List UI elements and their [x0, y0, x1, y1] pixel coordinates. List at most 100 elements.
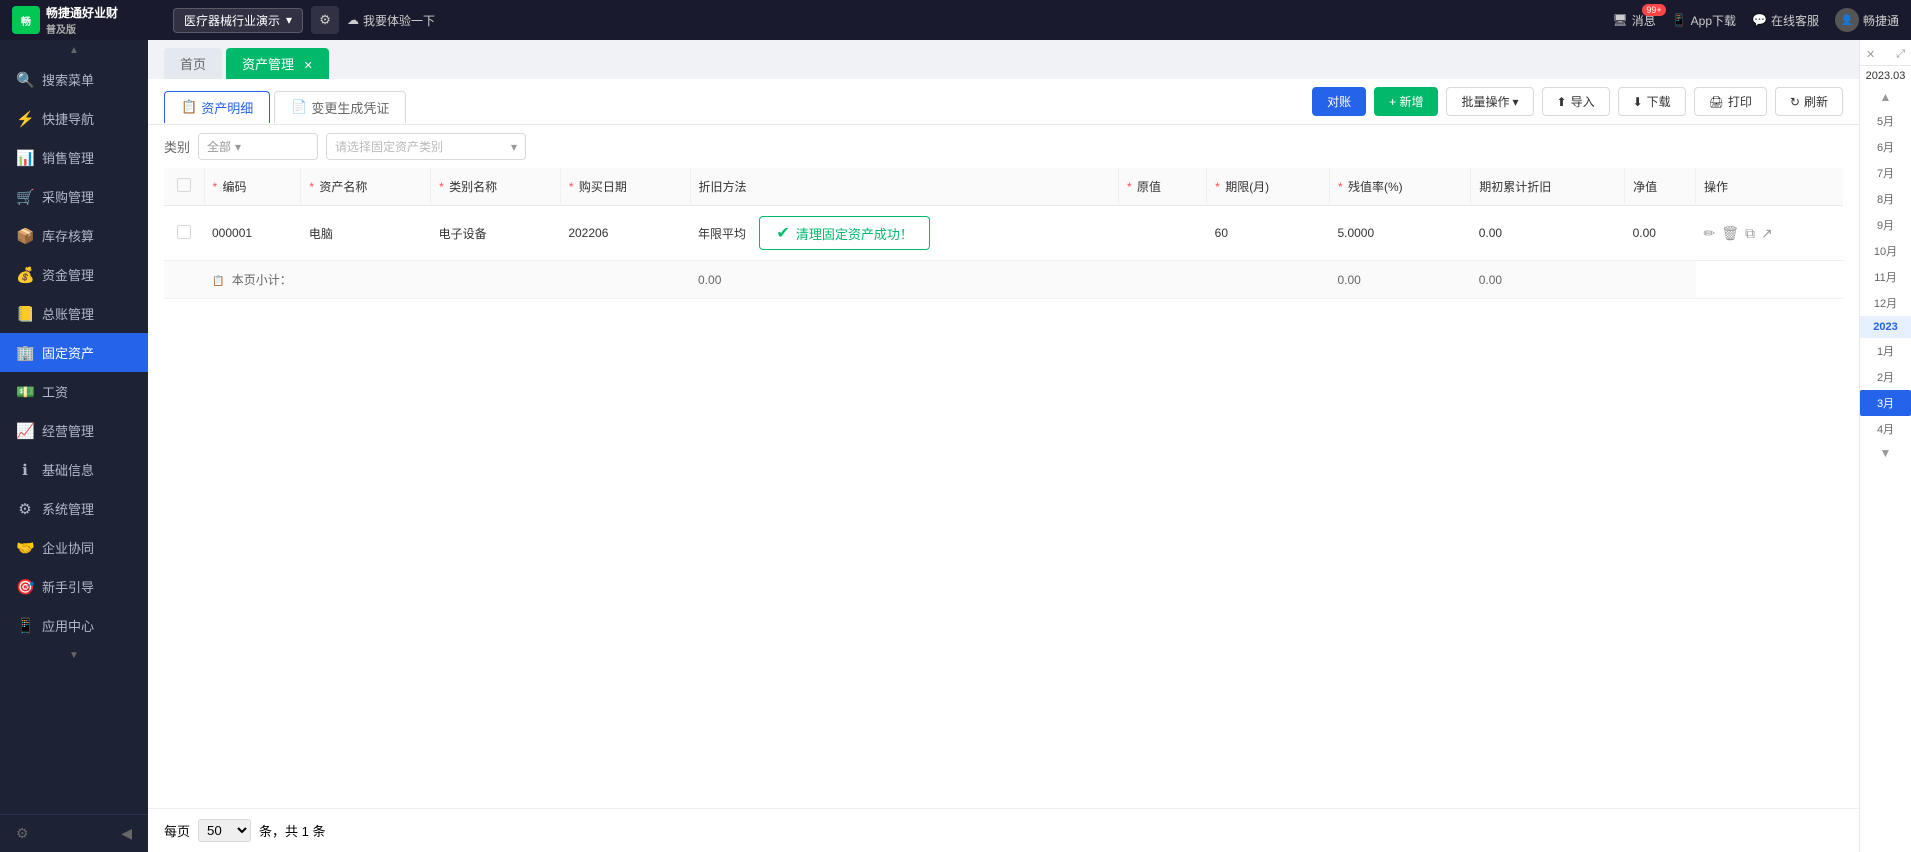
sidebar-settings-icon[interactable]: ⚙: [16, 825, 29, 842]
per-page-select[interactable]: 50 10 20 100: [198, 819, 251, 842]
sidebar-item-enterprise[interactable]: 🤝 企业协同: [0, 528, 148, 567]
sidebar-item-ledger[interactable]: 📒 总账管理: [0, 294, 148, 333]
sidebar-item-label: 工资: [42, 382, 68, 401]
right-panel-scroll-up[interactable]: ▲: [1876, 86, 1896, 108]
batch-ops-label: 批量操作: [1461, 93, 1509, 110]
notifications-btn[interactable]: 🖥 消息 99+: [1612, 12, 1655, 29]
sidebar-item-operations[interactable]: 📈 经营管理: [0, 411, 148, 450]
month-7[interactable]: 7月: [1860, 160, 1911, 186]
download-icon: ⬇: [1633, 95, 1643, 109]
sidebar-item-search-menu[interactable]: 🔍 搜索菜单: [0, 60, 148, 99]
company-dropdown-icon: ▾: [286, 13, 292, 27]
month-5[interactable]: 5月: [1860, 108, 1911, 134]
more-icon[interactable]: ↗: [1761, 225, 1773, 242]
refresh-icon: ↻: [1790, 95, 1800, 109]
user-menu[interactable]: 👤 畅捷通: [1835, 8, 1899, 32]
row-actions: ✏ 🗑 ⧉ ↗: [1704, 225, 1836, 242]
right-panel-scroll-down[interactable]: ▼: [1876, 442, 1896, 464]
sidebar-item-system[interactable]: ⚙ 系统管理: [0, 489, 148, 528]
tab-home[interactable]: 首页: [164, 48, 222, 79]
company-selector[interactable]: 医疗器械行业演示 ▾: [173, 8, 303, 33]
row-purchase-date: 202206: [560, 206, 690, 261]
top-bar-middle: 医疗器械行业演示 ▾ ⚙ ☁ 我要体验一下: [157, 6, 1612, 34]
sub-tab-asset-detail[interactable]: 📋 资产明细: [164, 91, 270, 123]
sidebar-item-basic-info[interactable]: ℹ 基础信息: [0, 450, 148, 489]
sidebar-item-label: 经营管理: [42, 421, 94, 440]
tab-asset-mgmt[interactable]: 资产管理 ✕: [226, 48, 329, 79]
sidebar-item-label: 库存核算: [42, 226, 94, 245]
cloud-icon: ☁: [347, 13, 359, 27]
sub-tab-change-voucher[interactable]: 📄 变更生成凭证: [274, 91, 406, 123]
top-bar: 畅 畅捷通好业财 普及版 医疗器械行业演示 ▾ ⚙ ☁ 我要体验一下 🖥 消息 …: [0, 0, 1911, 40]
delete-icon[interactable]: 🗑: [1721, 225, 1739, 242]
category-filter-select[interactable]: 全部 ▾: [198, 133, 318, 160]
sub-tab-detail-icon: 📋: [181, 99, 197, 115]
sidebar-item-quick-nav[interactable]: ⚡ 快捷导航: [0, 99, 148, 138]
month-4[interactable]: 4月: [1860, 416, 1911, 442]
sidebar-scroll-up[interactable]: ▲: [0, 40, 148, 60]
app-download-btn[interactable]: 📱 App下载: [1672, 12, 1736, 29]
online-service-btn[interactable]: 💬 在线客服: [1752, 12, 1819, 29]
header-asset-name: * 资产名称: [301, 168, 431, 206]
header-period: * 期限(月): [1207, 168, 1330, 206]
ledger-icon: 📒: [16, 305, 34, 323]
month-10[interactable]: 10月: [1860, 238, 1911, 264]
sidebar-item-purchase[interactable]: 🛒 采购管理: [0, 177, 148, 216]
new-label: + 新增: [1389, 93, 1423, 110]
select-all-checkbox[interactable]: [177, 178, 191, 192]
batch-ops-button[interactable]: 批量操作 ▾: [1446, 87, 1533, 116]
main-layout: ▲ 🔍 搜索菜单 ⚡ 快捷导航 📊 销售管理 🛒 采购管理 📦 库存核算 💰 资…: [0, 40, 1911, 852]
refresh-button[interactable]: ↻ 刷新: [1775, 87, 1843, 116]
operations-icon: 📈: [16, 422, 34, 440]
sidebar-item-label: 企业协同: [42, 538, 94, 557]
sidebar-scroll-down[interactable]: ▼: [0, 645, 148, 665]
sidebar-collapse-icon[interactable]: ◀: [121, 825, 132, 842]
month-8[interactable]: 8月: [1860, 186, 1911, 212]
table-header-row: * 编码 * 资产名称 * 类别名称: [164, 168, 1843, 206]
sidebar-item-inventory[interactable]: 📦 库存核算: [0, 216, 148, 255]
fixed-assets-icon: 🏢: [16, 344, 34, 362]
month-12[interactable]: 12月: [1860, 290, 1911, 316]
right-panel-expand-icon[interactable]: ⤢: [1896, 48, 1905, 61]
sidebar-item-fund[interactable]: 💰 资金管理: [0, 255, 148, 294]
print-button[interactable]: 🖨 打印: [1694, 87, 1767, 116]
header-original-value: * 原值: [1118, 168, 1206, 206]
new-button[interactable]: + 新增: [1374, 87, 1438, 116]
download-label: 下载: [1647, 93, 1671, 110]
sidebar-item-label: 基础信息: [42, 460, 94, 479]
user-name: 畅捷通: [1863, 12, 1899, 29]
category-search-input[interactable]: 请选择固定资产类别 ▾: [326, 133, 526, 160]
sidebar-item-guide[interactable]: 🎯 新手引导: [0, 567, 148, 606]
copy-icon[interactable]: ⧉: [1745, 225, 1755, 242]
right-panel-header: ✕ ⤢: [1860, 44, 1911, 66]
refresh-label: 刷新: [1804, 93, 1828, 110]
experience-btn[interactable]: ☁ 我要体验一下: [347, 12, 435, 29]
month-9[interactable]: 9月: [1860, 212, 1911, 238]
month-11[interactable]: 11月: [1860, 264, 1911, 290]
sidebar-item-fixed-assets[interactable]: 🏢 固定资产: [0, 333, 148, 372]
settings-btn[interactable]: ⚙: [311, 6, 339, 34]
tab-close-icon[interactable]: ✕: [304, 60, 313, 72]
header-initial-accum-deprec: 期初累计折旧: [1471, 168, 1625, 206]
sidebar-item-payroll[interactable]: 💵 工资: [0, 372, 148, 411]
sidebar-item-apps[interactable]: 📱 应用中心: [0, 606, 148, 645]
month-2[interactable]: 2月: [1860, 364, 1911, 390]
row-checkbox[interactable]: [177, 225, 191, 239]
logo-sub: 普及版: [46, 21, 118, 36]
row-actions-cell: ✏ 🗑 ⧉ ↗: [1696, 206, 1844, 261]
reconcile-button[interactable]: 对账: [1312, 87, 1366, 116]
header-net-value: 净值: [1625, 168, 1696, 206]
fund-icon: 💰: [16, 266, 34, 284]
sub-tab-voucher-label: 变更生成凭证: [311, 98, 389, 117]
sub-tabs: 📋 资产明细 📄 变更生成凭证: [164, 81, 406, 123]
month-1[interactable]: 1月: [1860, 338, 1911, 364]
reconcile-label: 对账: [1327, 93, 1351, 110]
sidebar-item-sales[interactable]: 📊 销售管理: [0, 138, 148, 177]
month-3-active[interactable]: 3月: [1860, 390, 1911, 416]
apps-icon: 📱: [16, 617, 34, 635]
download-button[interactable]: ⬇ 下载: [1618, 87, 1686, 116]
edit-icon[interactable]: ✏: [1704, 225, 1716, 242]
month-6[interactable]: 6月: [1860, 134, 1911, 160]
right-panel-close-icon[interactable]: ✕: [1866, 48, 1875, 61]
import-button[interactable]: ⬆ 导入: [1542, 87, 1610, 116]
